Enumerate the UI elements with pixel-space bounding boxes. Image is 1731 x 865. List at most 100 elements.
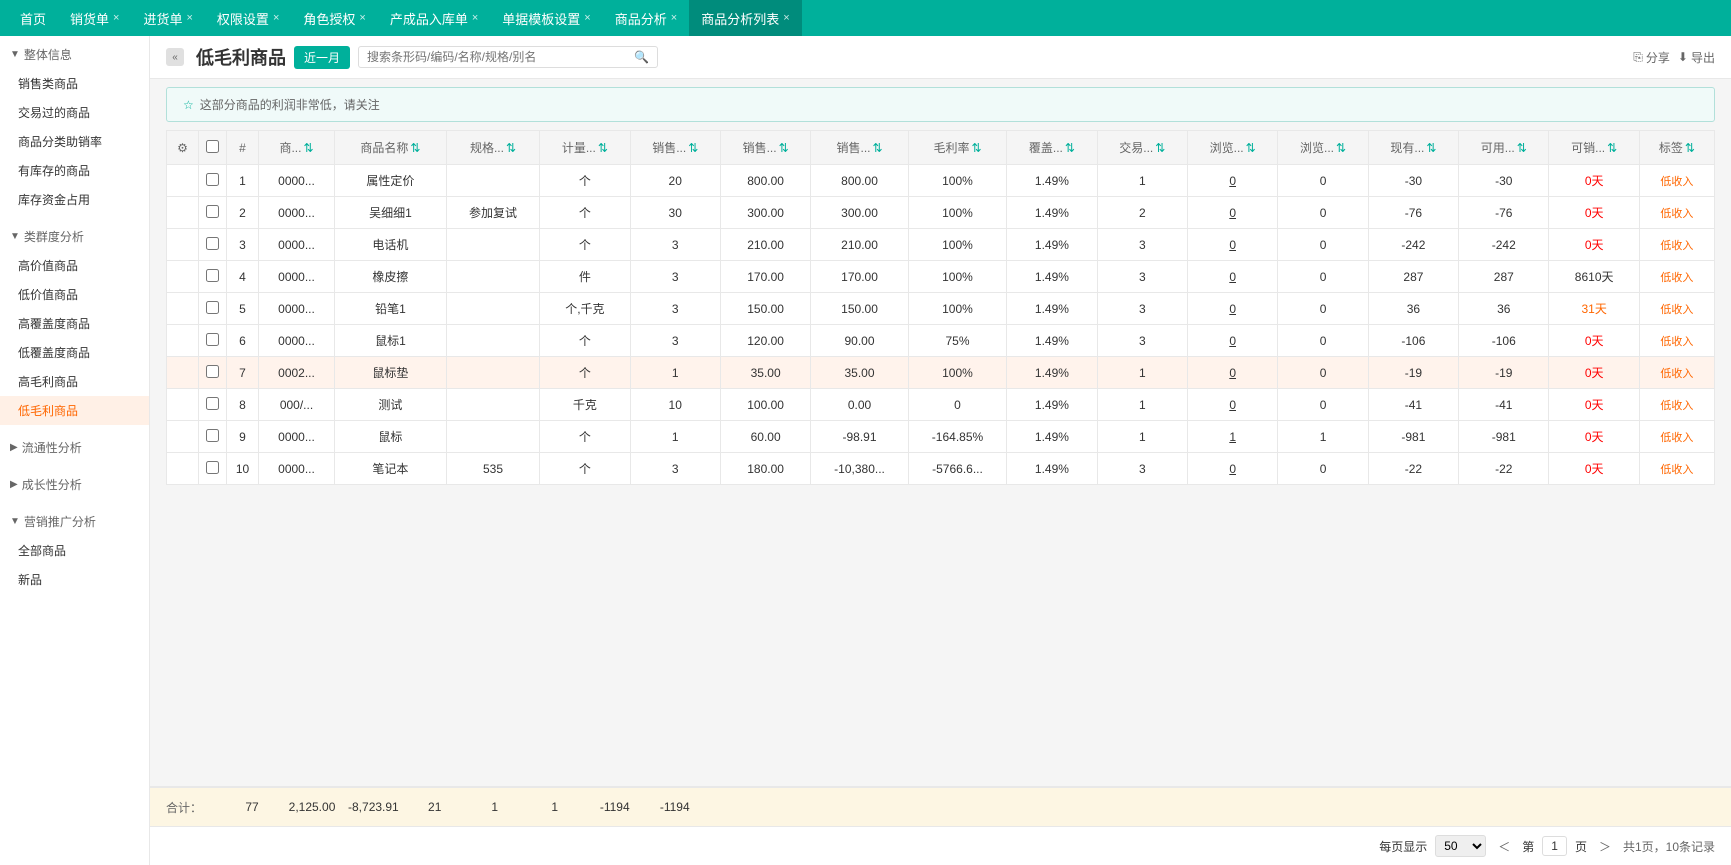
sidebar-item-stock-capital[interactable]: 库存资金占用	[0, 185, 149, 214]
td-checkbox[interactable]	[199, 453, 227, 485]
sidebar-item-category-rate[interactable]: 商品分类助销率	[0, 127, 149, 156]
th-sellable-days[interactable]: 可销...⇅	[1549, 131, 1639, 165]
td-views1[interactable]: 0	[1187, 389, 1277, 421]
th-sales-amt[interactable]: 销售...⇅	[720, 131, 810, 165]
export-button[interactable]: ⬇ 导出	[1678, 49, 1715, 66]
sidebar-item-in-stock[interactable]: 有库存的商品	[0, 156, 149, 185]
sidebar-item-low-margin[interactable]: 低毛利商品	[0, 396, 149, 425]
nav-item-purchase[interactable]: 进货单 ×	[131, 0, 204, 36]
nav-item-roles[interactable]: 角色授权 ×	[291, 0, 377, 36]
sidebar-item-low-value[interactable]: 低价值商品	[0, 280, 149, 309]
th-unit[interactable]: 计量...⇅	[540, 131, 630, 165]
nav-item-template[interactable]: 单据模板设置 ×	[490, 0, 602, 36]
close-icon[interactable]: ×	[671, 12, 677, 24]
th-views2[interactable]: 浏览...⇅	[1278, 131, 1368, 165]
close-icon[interactable]: ×	[584, 12, 590, 24]
td-checkbox[interactable]	[199, 261, 227, 293]
th-sales-profit[interactable]: 销售...⇅	[811, 131, 908, 165]
sidebar-group-title-circulation[interactable]: ▶ 流通性分析	[0, 433, 149, 462]
row-checkbox[interactable]	[206, 237, 219, 250]
sidebar-group-title-overall[interactable]: ▼ 整体信息	[0, 40, 149, 69]
row-checkbox[interactable]	[206, 461, 219, 474]
filter-button[interactable]: 近一月	[294, 46, 350, 69]
td-views1[interactable]: 0	[1187, 357, 1277, 389]
sidebar-group-title-cluster[interactable]: ▼ 类群度分析	[0, 222, 149, 251]
th-name[interactable]: 商品名称⇅	[335, 131, 447, 165]
search-input[interactable]	[367, 50, 634, 64]
td-checkbox[interactable]	[199, 389, 227, 421]
td-views1[interactable]: 0	[1187, 325, 1277, 357]
td-gear[interactable]	[167, 261, 199, 293]
th-available-stock[interactable]: 可用...⇅	[1459, 131, 1549, 165]
sidebar-group-title-growth[interactable]: ▶ 成长性分析	[0, 470, 149, 499]
share-button[interactable]: ⎘ 分享	[1633, 49, 1670, 66]
td-checkbox[interactable]	[199, 421, 227, 453]
td-gear[interactable]	[167, 389, 199, 421]
td-views1[interactable]: 0	[1187, 293, 1277, 325]
sidebar-collapse-btn[interactable]: «	[166, 48, 184, 66]
select-all-checkbox[interactable]	[206, 140, 219, 153]
th-current-stock[interactable]: 现有...⇅	[1368, 131, 1458, 165]
sidebar-item-sales-products[interactable]: 销售类商品	[0, 69, 149, 98]
td-gear[interactable]	[167, 325, 199, 357]
td-checkbox[interactable]	[199, 293, 227, 325]
close-icon[interactable]: ×	[783, 12, 789, 24]
td-views1[interactable]: 0	[1187, 261, 1277, 293]
td-views1[interactable]: 0	[1187, 229, 1277, 261]
th-gear[interactable]: ⚙	[167, 131, 199, 165]
th-spec[interactable]: 规格...⇅	[446, 131, 539, 165]
prev-page-btn[interactable]: ＜	[1494, 836, 1514, 857]
row-checkbox[interactable]	[206, 397, 219, 410]
td-checkbox[interactable]	[199, 357, 227, 389]
th-sales-qty[interactable]: 销售...⇅	[630, 131, 720, 165]
close-icon[interactable]: ×	[359, 12, 365, 24]
per-page-select[interactable]: 50 20 100	[1435, 835, 1486, 857]
sidebar-item-traded-products[interactable]: 交易过的商品	[0, 98, 149, 127]
th-gross-rate[interactable]: 毛利率⇅	[908, 131, 1006, 165]
th-tag[interactable]: 标签⇅	[1639, 131, 1714, 165]
td-gear[interactable]	[167, 293, 199, 325]
td-views1[interactable]: 0	[1187, 165, 1277, 197]
close-icon[interactable]: ×	[113, 12, 119, 24]
sidebar-item-high-value[interactable]: 高价值商品	[0, 251, 149, 280]
row-checkbox[interactable]	[206, 269, 219, 282]
nav-item-product-analysis-list[interactable]: 商品分析列表 ×	[689, 0, 801, 36]
nav-item-stock-in[interactable]: 产成品入库单 ×	[378, 0, 490, 36]
td-views1[interactable]: 0	[1187, 453, 1277, 485]
td-views1[interactable]: 0	[1187, 197, 1277, 229]
next-page-btn[interactable]: ＞	[1595, 836, 1615, 857]
td-gear[interactable]	[167, 165, 199, 197]
td-gear[interactable]	[167, 453, 199, 485]
sidebar-item-all-products[interactable]: 全部商品	[0, 536, 149, 565]
th-coverage[interactable]: 覆盖...⇅	[1007, 131, 1097, 165]
close-icon[interactable]: ×	[186, 12, 192, 24]
sidebar-group-title-marketing[interactable]: ▼ 营销推广分析	[0, 507, 149, 536]
close-icon[interactable]: ×	[472, 12, 478, 24]
sidebar-item-new-products[interactable]: 新品	[0, 565, 149, 594]
td-checkbox[interactable]	[199, 165, 227, 197]
row-checkbox[interactable]	[206, 333, 219, 346]
close-icon[interactable]: ×	[273, 12, 279, 24]
row-checkbox[interactable]	[206, 429, 219, 442]
td-checkbox[interactable]	[199, 229, 227, 261]
sidebar-item-high-margin[interactable]: 高毛利商品	[0, 367, 149, 396]
th-transactions[interactable]: 交易...⇅	[1097, 131, 1187, 165]
row-checkbox[interactable]	[206, 365, 219, 378]
row-checkbox[interactable]	[206, 301, 219, 314]
sidebar-item-high-coverage[interactable]: 高覆盖度商品	[0, 309, 149, 338]
td-gear[interactable]	[167, 229, 199, 261]
td-gear[interactable]	[167, 357, 199, 389]
sidebar-item-low-coverage[interactable]: 低覆盖度商品	[0, 338, 149, 367]
td-checkbox[interactable]	[199, 325, 227, 357]
nav-item-product-analysis[interactable]: 商品分析 ×	[603, 0, 689, 36]
th-views1[interactable]: 浏览...⇅	[1187, 131, 1277, 165]
td-gear[interactable]	[167, 197, 199, 229]
nav-item-permissions[interactable]: 权限设置 ×	[205, 0, 291, 36]
th-code[interactable]: 商...⇅	[259, 131, 335, 165]
td-checkbox[interactable]	[199, 197, 227, 229]
td-views1[interactable]: 1	[1187, 421, 1277, 453]
td-gear[interactable]	[167, 421, 199, 453]
nav-item-sales[interactable]: 销货单 ×	[58, 0, 131, 36]
nav-item-home[interactable]: 首页	[8, 0, 58, 36]
search-icon[interactable]: 🔍	[634, 50, 649, 64]
